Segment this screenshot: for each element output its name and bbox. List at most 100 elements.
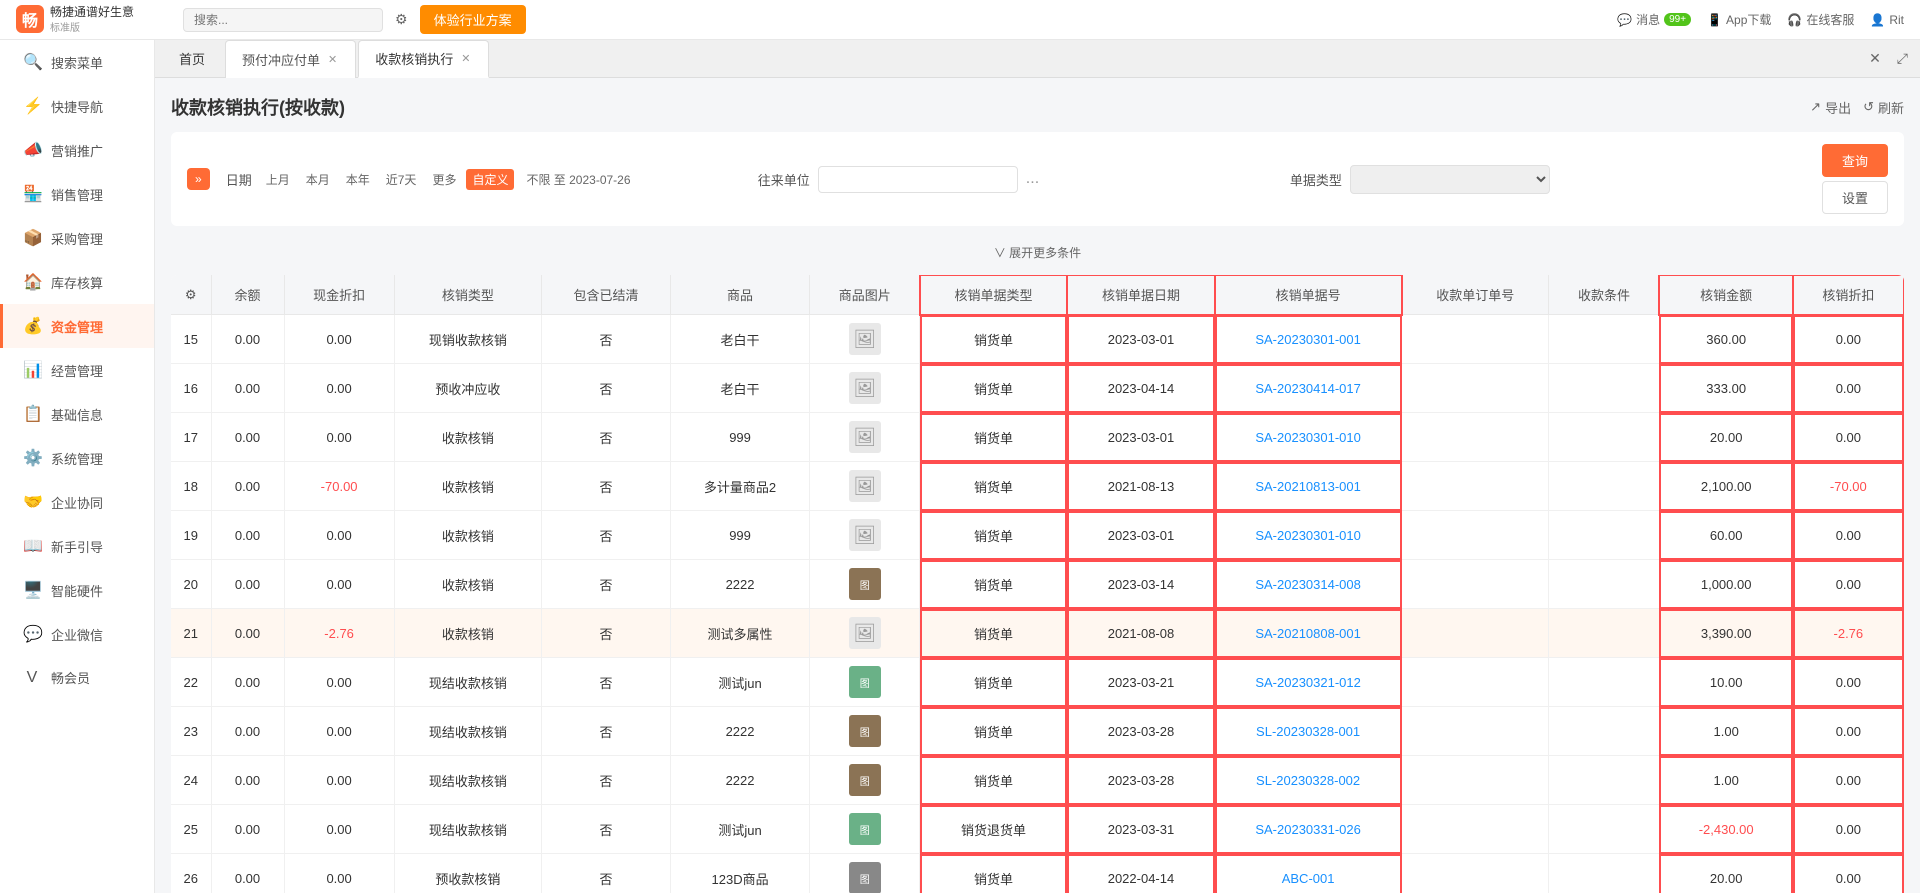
tab-close-writeoff[interactable]: ✕ [459,52,472,65]
sidebar-item-shortcut[interactable]: ⚡ 快捷导航 [0,84,154,128]
sidebar-item-purchase[interactable]: 📦 采购管理 [0,216,154,260]
page-content: 收款核销执行(按收款) ↗ 导出 ↺ 刷新 » [155,78,1920,893]
sidebar-item-system[interactable]: ⚙️ 系统管理 [0,436,154,480]
message-icon: 💬 [1617,13,1632,27]
message-button[interactable]: 💬 消息 99+ [1617,11,1691,28]
filter-bar: » 日期 上月 本月 本年 近7天 更多 自定义 不限 至 2023-07-26 [171,132,1904,226]
search-icon: 🔍 [23,52,41,72]
writeoff-bill-no-link[interactable]: SA-20230314-008 [1215,560,1402,609]
date-btn-this-year[interactable]: 本年 [340,169,376,190]
sidebar-item-member[interactable]: V 畅会员 [0,656,154,699]
main-layout: 🔍 搜索菜单 ⚡ 快捷导航 📣 营销推广 🏪 销售管理 📦 采购管理 🏠 库存核… [0,40,1920,893]
tab-close-all-icon[interactable]: ✕ [1865,46,1885,71]
user-button[interactable]: 👤 Rit [1870,13,1904,27]
app-icon: 📱 [1707,13,1722,27]
bill-type-filter-select[interactable] [1350,165,1550,194]
inventory-icon: 🏠 [23,272,41,292]
writeoff-bill-no-link[interactable]: SL-20230328-001 [1215,707,1402,756]
date-filter-label: 日期 [226,170,252,189]
sidebar-item-marketing[interactable]: 📣 营销推广 [0,128,154,172]
col-writeoff-bill-no: 核销单据号 [1215,275,1402,315]
col-settings[interactable]: ⚙ [171,275,211,315]
settings-icon[interactable]: ⚙ [391,7,412,32]
expand-more-button[interactable]: ∨ 展开更多条件 [994,244,1081,261]
sidebar-item-search[interactable]: 🔍 搜索菜单 [0,40,154,84]
top-search-area: ⚙ 体验行业方案 [183,5,1605,34]
writeoff-bill-no-link[interactable]: SA-20230301-001 [1215,315,1402,364]
col-writeoff-bill-date: 核销单据日期 [1067,275,1214,315]
partner-filter-group: 往来单位 ... [758,166,1274,193]
sidebar-item-inventory[interactable]: 🏠 库存核算 [0,260,154,304]
table-body: 150.000.00现销收款核销否老白干🖼销货单2023-03-01SA-202… [171,315,1904,893]
hardware-icon: 🖥️ [23,580,41,600]
sidebar-item-hardware[interactable]: 🖥️ 智能硬件 [0,568,154,612]
top-search-input[interactable] [183,8,383,32]
writeoff-bill-no-link[interactable]: ABC-001 [1215,854,1402,893]
writeoff-bill-no-link[interactable]: SA-20230331-026 [1215,805,1402,854]
basics-icon: 📋 [23,404,41,424]
sidebar-item-basics[interactable]: 📋 基础信息 [0,392,154,436]
expand-more-area: ∨ 展开更多条件 [171,238,1904,267]
table-row: 160.000.00预收冲应收否老白干🖼销货单2023-04-14SA-2023… [171,364,1904,413]
main-content: 首页 预付冲应付单 ✕ 收款核销执行 ✕ ✕ ⤢ 收款核销执行(按收款) ↗ [155,40,1920,893]
user-avatar-icon: 👤 [1870,13,1885,27]
table-row: 170.000.00收款核销否999🖼销货单2023-03-01SA-20230… [171,413,1904,462]
partner-filter-dots: ... [1026,170,1039,188]
finance-icon: 💰 [23,316,41,336]
table-row: 190.000.00收款核销否999🖼销货单2023-03-01SA-20230… [171,511,1904,560]
refresh-button[interactable]: ↺ 刷新 [1863,98,1904,117]
table-row: 210.00-2.76收款核销否测试多属性🖼销货单2021-08-08SA-20… [171,609,1904,658]
setting-button[interactable]: 设置 [1822,181,1888,214]
export-button[interactable]: ↗ 导出 [1810,98,1851,117]
sidebar-item-wechat[interactable]: 💬 企业微信 [0,612,154,656]
writeoff-bill-no-link[interactable]: SA-20230414-017 [1215,364,1402,413]
tab-writeoff[interactable]: 收款核销执行 ✕ [358,40,489,78]
writeoff-bill-no-link[interactable]: SA-20210808-001 [1215,609,1402,658]
col-cash-discount: 现金折扣 [284,275,394,315]
sidebar-item-collaboration[interactable]: 🤝 企业协同 [0,480,154,524]
query-button[interactable]: 查询 [1822,144,1888,177]
table-row: 240.000.00现结收款核销否2222图销货单2023-03-28SL-20… [171,756,1904,805]
table-header-row: ⚙ 余额 现金折扣 核销类型 包含已结清 商品 商品图片 核销单据类型 核销单据… [171,275,1904,315]
date-btn-7days[interactable]: 近7天 [380,169,423,190]
col-include-settled: 包含已结清 [542,275,671,315]
refresh-icon: ↺ [1863,99,1874,115]
date-btn-last-month[interactable]: 上月 [260,169,296,190]
tab-prepay[interactable]: 预付冲应付单 ✕ [225,40,356,78]
tab-expand-icon[interactable]: ⤢ [1893,46,1912,71]
writeoff-bill-no-link[interactable]: SL-20230328-002 [1215,756,1402,805]
table-row: 260.000.00预收款核销否123D商品图销货单2022-04-14ABC-… [171,854,1904,893]
writeoff-bill-no-link[interactable]: SA-20230321-012 [1215,658,1402,707]
date-btn-this-month[interactable]: 本月 [300,169,336,190]
operations-icon: 📊 [23,360,41,380]
brand-area: 畅 畅捷通谱好生意 标准版 [16,5,171,34]
sidebar-item-finance[interactable]: 💰 资金管理 [0,304,154,348]
sidebar-item-sales[interactable]: 🏪 销售管理 [0,172,154,216]
online-service-button[interactable]: 🎧 在线客服 [1787,11,1854,28]
table-row: 150.000.00现销收款核销否老白干🖼销货单2023-03-01SA-202… [171,315,1904,364]
writeoff-bill-no-link[interactable]: SA-20230301-010 [1215,511,1402,560]
col-balance: 余额 [211,275,284,315]
brand-edition: 标准版 [50,19,134,34]
sidebar-item-operations[interactable]: 📊 经营管理 [0,348,154,392]
tab-bar-actions: ✕ ⤢ [1865,46,1912,71]
tab-home[interactable]: 首页 [163,40,221,78]
date-btn-custom[interactable]: 自定义 [466,169,514,190]
date-btn-more[interactable]: 更多 [426,169,462,190]
filter-expand-button[interactable]: » [187,168,210,190]
purchase-icon: 📦 [23,228,41,248]
partner-filter-input[interactable] [818,166,1018,193]
top-bar-actions: 💬 消息 99+ 📱 App下载 🎧 在线客服 👤 Rit [1617,11,1904,28]
app-download-button[interactable]: 📱 App下载 [1707,11,1771,28]
writeoff-bill-no-link[interactable]: SA-20230301-010 [1215,413,1402,462]
industry-solution-button[interactable]: 体验行业方案 [420,5,526,34]
writeoff-bill-no-link[interactable]: SA-20210813-001 [1215,462,1402,511]
col-product-image: 商品图片 [810,275,920,315]
top-bar: 畅 畅捷通谱好生意 标准版 ⚙ 体验行业方案 💬 消息 99+ 📱 App下载 … [0,0,1920,40]
sales-icon: 🏪 [23,184,41,204]
bill-type-filter-group: 单据类型 [1290,165,1806,194]
partner-filter-label: 往来单位 [758,170,810,189]
sidebar-item-guide[interactable]: 📖 新手引导 [0,524,154,568]
tab-close-prepay[interactable]: ✕ [326,53,339,66]
col-receipt-condition: 收款条件 [1549,275,1659,315]
